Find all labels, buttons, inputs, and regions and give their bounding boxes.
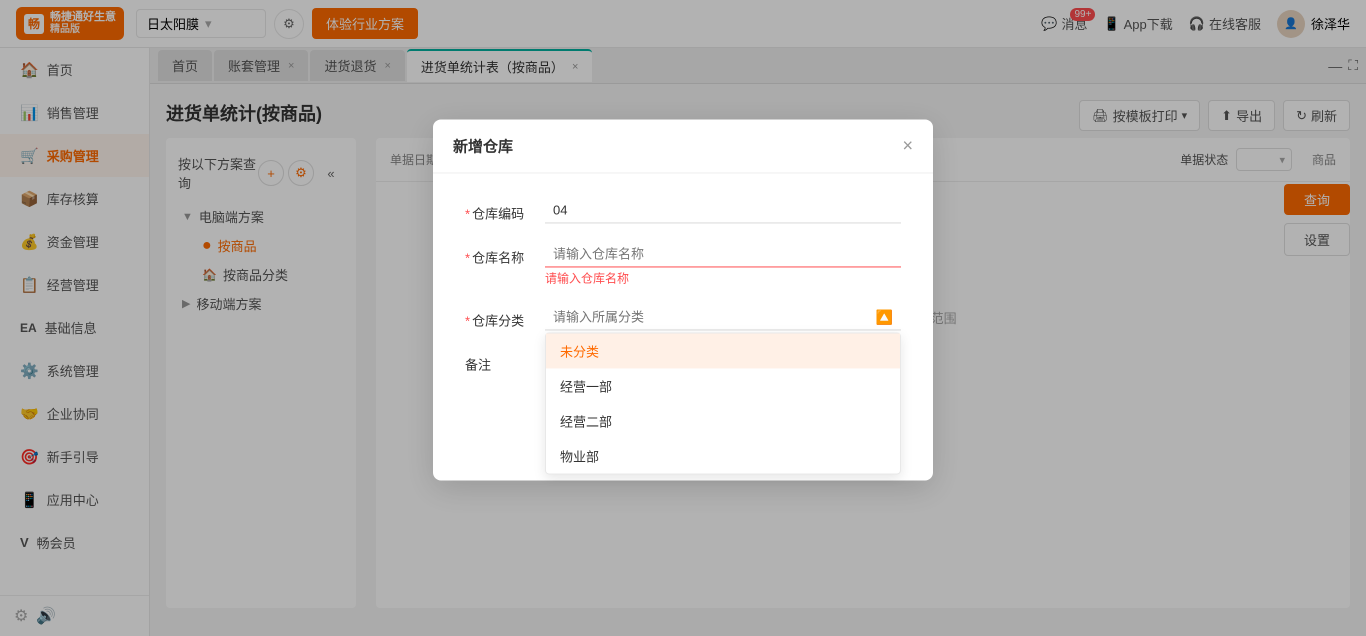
notes-label: 备注 xyxy=(465,348,545,373)
name-field-wrapper: 请输入仓库名称 xyxy=(545,241,901,286)
code-input[interactable] xyxy=(545,197,901,223)
form-row-code: *仓库编码 xyxy=(465,197,901,223)
dropdown-item-dept2[interactable]: 经营二部 xyxy=(546,403,900,438)
dialog-title: 新增仓库 xyxy=(453,135,513,156)
dropdown-item-dept1[interactable]: 经营一部 xyxy=(546,368,900,403)
category-dropdown-list: 未分类 经营一部 经营二部 物业部 xyxy=(545,332,901,474)
dropdown-item-dept3[interactable]: 物业部 xyxy=(546,438,900,473)
category-dropdown-arrow[interactable]: 🔼 xyxy=(876,309,893,326)
name-input[interactable] xyxy=(545,241,901,267)
category-field-wrapper: 🔼 未分类 经营一部 经营二部 物业部 xyxy=(545,304,901,330)
dialog-body: *仓库编码 *仓库名称 请输入仓库名称 *仓库分类 🔼 xyxy=(433,173,933,416)
dropdown-item-uncategorized[interactable]: 未分类 xyxy=(546,333,900,368)
dialog-header: 新增仓库 × xyxy=(433,119,933,173)
form-row-category: *仓库分类 🔼 未分类 经营一部 经营二部 物业部 xyxy=(465,304,901,330)
name-error-message: 请输入仓库名称 xyxy=(545,269,901,286)
form-row-name: *仓库名称 请输入仓库名称 xyxy=(465,241,901,286)
category-input[interactable] xyxy=(545,304,901,330)
code-field-wrapper xyxy=(545,197,901,223)
category-select-wrapper: 🔼 xyxy=(545,304,901,330)
add-warehouse-dialog: 新增仓库 × *仓库编码 *仓库名称 请输入仓库名称 *仓库分类 xyxy=(433,119,933,480)
category-label: *仓库分类 xyxy=(465,304,545,329)
dialog-close-button[interactable]: × xyxy=(902,135,913,156)
name-label: *仓库名称 xyxy=(465,241,545,266)
code-label: *仓库编码 xyxy=(465,197,545,222)
